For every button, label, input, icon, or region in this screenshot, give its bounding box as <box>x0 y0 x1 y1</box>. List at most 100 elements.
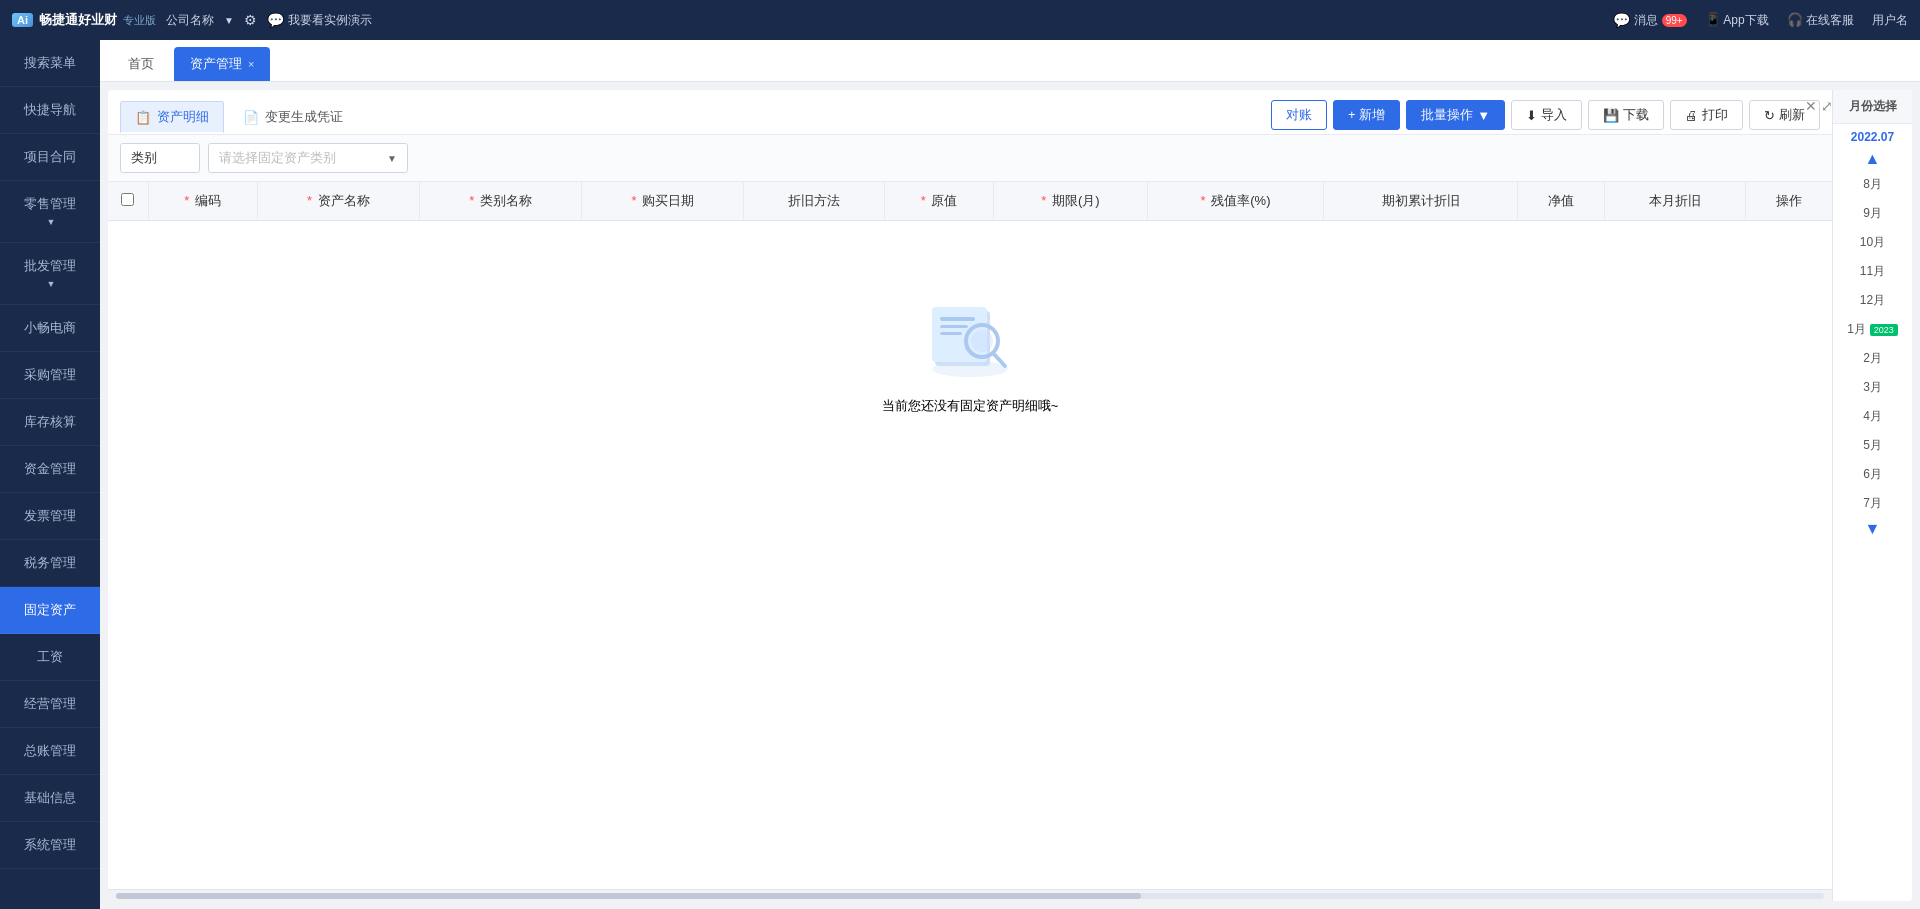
sidebar-item-retail[interactable]: 零售管理 ▼ <box>0 181 100 243</box>
messages-button[interactable]: 💬 消息 99+ <box>1613 12 1687 29</box>
app-name: 畅捷通好业财 <box>39 11 117 29</box>
user-info[interactable]: 用户名 <box>1872 12 1908 29</box>
ai-badge: Ai <box>12 13 33 27</box>
select-all-checkbox[interactable] <box>121 193 134 206</box>
empty-text: 当前您还没有固定资产明细哦~ <box>882 397 1059 415</box>
col-net-value: 净值 <box>1517 182 1605 221</box>
sidebar-item-tax[interactable]: 税务管理 <box>0 540 100 587</box>
month-item-5[interactable]: 5月 <box>1833 431 1912 460</box>
sidebar-item-system[interactable]: 系统管理 <box>0 822 100 869</box>
scrollbar-track[interactable] <box>116 893 1824 899</box>
month-item-12[interactable]: 12月 <box>1833 286 1912 315</box>
col-operations: 操作 <box>1745 182 1832 221</box>
empty-state: 当前您还没有固定资产明细哦~ <box>108 221 1832 475</box>
month-down-button[interactable]: ▼ <box>1865 518 1881 540</box>
year-2023-badge: 2023 <box>1870 324 1898 336</box>
svg-rect-4 <box>940 325 968 328</box>
svg-rect-5 <box>940 332 962 335</box>
add-button[interactable]: + 新增 <box>1333 100 1400 130</box>
sub-tab-asset-detail[interactable]: 📋 资产明细 <box>120 101 224 133</box>
select-all-header <box>108 182 148 221</box>
sidebar-item-ecommerce[interactable]: 小畅电商 <box>0 305 100 352</box>
col-depreciation-method: 折旧方法 <box>744 182 884 221</box>
import-icon: ⬇ <box>1526 108 1537 123</box>
month-item-2[interactable]: 2月 <box>1833 344 1912 373</box>
download-button[interactable]: 💾 下载 <box>1588 100 1664 130</box>
sidebar-item-finance[interactable]: 资金管理 <box>0 446 100 493</box>
month-item-6[interactable]: 6月 <box>1833 460 1912 489</box>
scrollbar-thumb[interactable] <box>116 893 1141 899</box>
month-up-button[interactable]: ▲ <box>1865 148 1881 170</box>
scrollbar-bottom[interactable] <box>108 889 1832 901</box>
month-item-8[interactable]: 8月 <box>1833 170 1912 199</box>
panel-controls: ✕ ⤢ <box>1805 98 1833 114</box>
batch-dropdown-icon: ▼ <box>1477 108 1490 123</box>
current-year-label: 2022.07 <box>1833 124 1912 148</box>
app-edition: 专业版 <box>123 13 156 28</box>
sidebar-item-assets[interactable]: 固定资产 <box>0 587 100 634</box>
online-service-button[interactable]: 🎧 在线客服 <box>1787 12 1854 29</box>
month-item-7[interactable]: 7月 <box>1833 489 1912 518</box>
top-bar-right: 💬 消息 99+ 📱 App下载 🎧 在线客服 用户名 <box>1613 12 1908 29</box>
sub-tab-change-voucher[interactable]: 📄 变更生成凭证 <box>228 101 358 133</box>
col-monthly-depreciation: 本月折旧 <box>1605 182 1745 221</box>
tab-asset-mgmt[interactable]: 资产管理 × <box>174 47 270 81</box>
sidebar-item-ledger[interactable]: 总账管理 <box>0 728 100 775</box>
refresh-icon: ↻ <box>1764 108 1775 123</box>
sub-tabs: 📋 资产明细 📄 变更生成凭证 对账 + 新增 <box>108 90 1832 135</box>
wholesale-arrow-icon: ▼ <box>47 279 56 289</box>
company-dropdown-icon[interactable]: ▼ <box>224 15 234 26</box>
month-item-1-2023[interactable]: 1月 2023 <box>1833 315 1912 344</box>
col-accumulated-depreciation: 期初累计折旧 <box>1324 182 1517 221</box>
sidebar-item-purchase[interactable]: 采购管理 <box>0 352 100 399</box>
sidebar-item-invoice[interactable]: 发票管理 <box>0 493 100 540</box>
asset-detail-icon: 📋 <box>135 110 151 125</box>
month-selector-panel: 月份选择 2022.07 ▲ 8月 9月 10月 11月 12月 1月 2023… <box>1832 90 1912 901</box>
print-icon: 🖨 <box>1685 108 1698 123</box>
demo-link[interactable]: 💬 我要看实例演示 <box>267 12 372 29</box>
sidebar-item-inventory[interactable]: 库存核算 <box>0 399 100 446</box>
sidebar-item-operations[interactable]: 经营管理 <box>0 681 100 728</box>
company-name[interactable]: 公司名称 <box>166 12 214 29</box>
tab-close-icon[interactable]: × <box>248 58 254 70</box>
month-item-4[interactable]: 4月 <box>1833 402 1912 431</box>
settings-icon[interactable]: ⚙ <box>244 12 257 28</box>
filter-bar: 类别 请选择固定资产类别 ▼ <box>108 135 1832 182</box>
panel-expand-button[interactable]: ⤢ <box>1821 98 1833 114</box>
app-download-button[interactable]: 📱 App下载 <box>1705 12 1769 29</box>
tab-bar: 首页 资产管理 × <box>100 40 1920 82</box>
asset-table-container: * 编码 * 资产名称 * 类别名称 <box>108 182 1832 889</box>
col-name: * 资产名称 <box>257 182 419 221</box>
col-category: * 类别名称 <box>420 182 582 221</box>
messages-badge: 99+ <box>1662 14 1687 27</box>
col-original-value: * 原值 <box>884 182 993 221</box>
empty-icon <box>910 281 1030 381</box>
month-item-9[interactable]: 9月 <box>1833 199 1912 228</box>
sidebar-item-project[interactable]: 项目合同 <box>0 134 100 181</box>
tab-home[interactable]: 首页 <box>112 47 170 81</box>
app-logo: Ai 畅捷通好业财 专业版 <box>12 11 156 29</box>
sidebar-item-nav[interactable]: 快捷导航 <box>0 87 100 134</box>
asset-detail-label: 资产明细 <box>157 108 209 126</box>
col-period: * 期限(月) <box>994 182 1147 221</box>
sidebar-item-wholesale[interactable]: 批发管理 ▼ <box>0 243 100 305</box>
print-button[interactable]: 🖨 打印 <box>1670 100 1743 130</box>
page-content: 📋 资产明细 📄 变更生成凭证 对账 + 新增 <box>108 90 1912 901</box>
batch-button[interactable]: 批量操作 ▼ <box>1406 100 1505 130</box>
import-button[interactable]: ⬇ 导入 <box>1511 100 1582 130</box>
top-bar: Ai 畅捷通好业财 专业版 公司名称 ▼ ⚙ 💬 我要看实例演示 💬 消息 99… <box>0 0 1920 40</box>
month-item-3[interactable]: 3月 <box>1833 373 1912 402</box>
panel-close-button[interactable]: ✕ <box>1805 98 1817 114</box>
category-input[interactable]: 请选择固定资产类别 ▼ <box>208 143 408 173</box>
month-item-11[interactable]: 11月 <box>1833 257 1912 286</box>
sidebar-item-salary[interactable]: 工资 <box>0 634 100 681</box>
col-code: * 编码 <box>148 182 257 221</box>
sidebar-item-base[interactable]: 基础信息 <box>0 775 100 822</box>
col-residual-rate: * 残值率(%) <box>1147 182 1324 221</box>
match-button[interactable]: 对账 <box>1271 100 1327 130</box>
sidebar-item-search[interactable]: 搜索菜单 <box>0 40 100 87</box>
svg-point-7 <box>971 330 993 352</box>
month-item-10[interactable]: 10月 <box>1833 228 1912 257</box>
category-select[interactable]: 类别 <box>120 143 200 173</box>
main-layout: 搜索菜单 快捷导航 项目合同 零售管理 ▼ 批发管理 ▼ 小畅电商 采购管理 库… <box>0 40 1920 909</box>
